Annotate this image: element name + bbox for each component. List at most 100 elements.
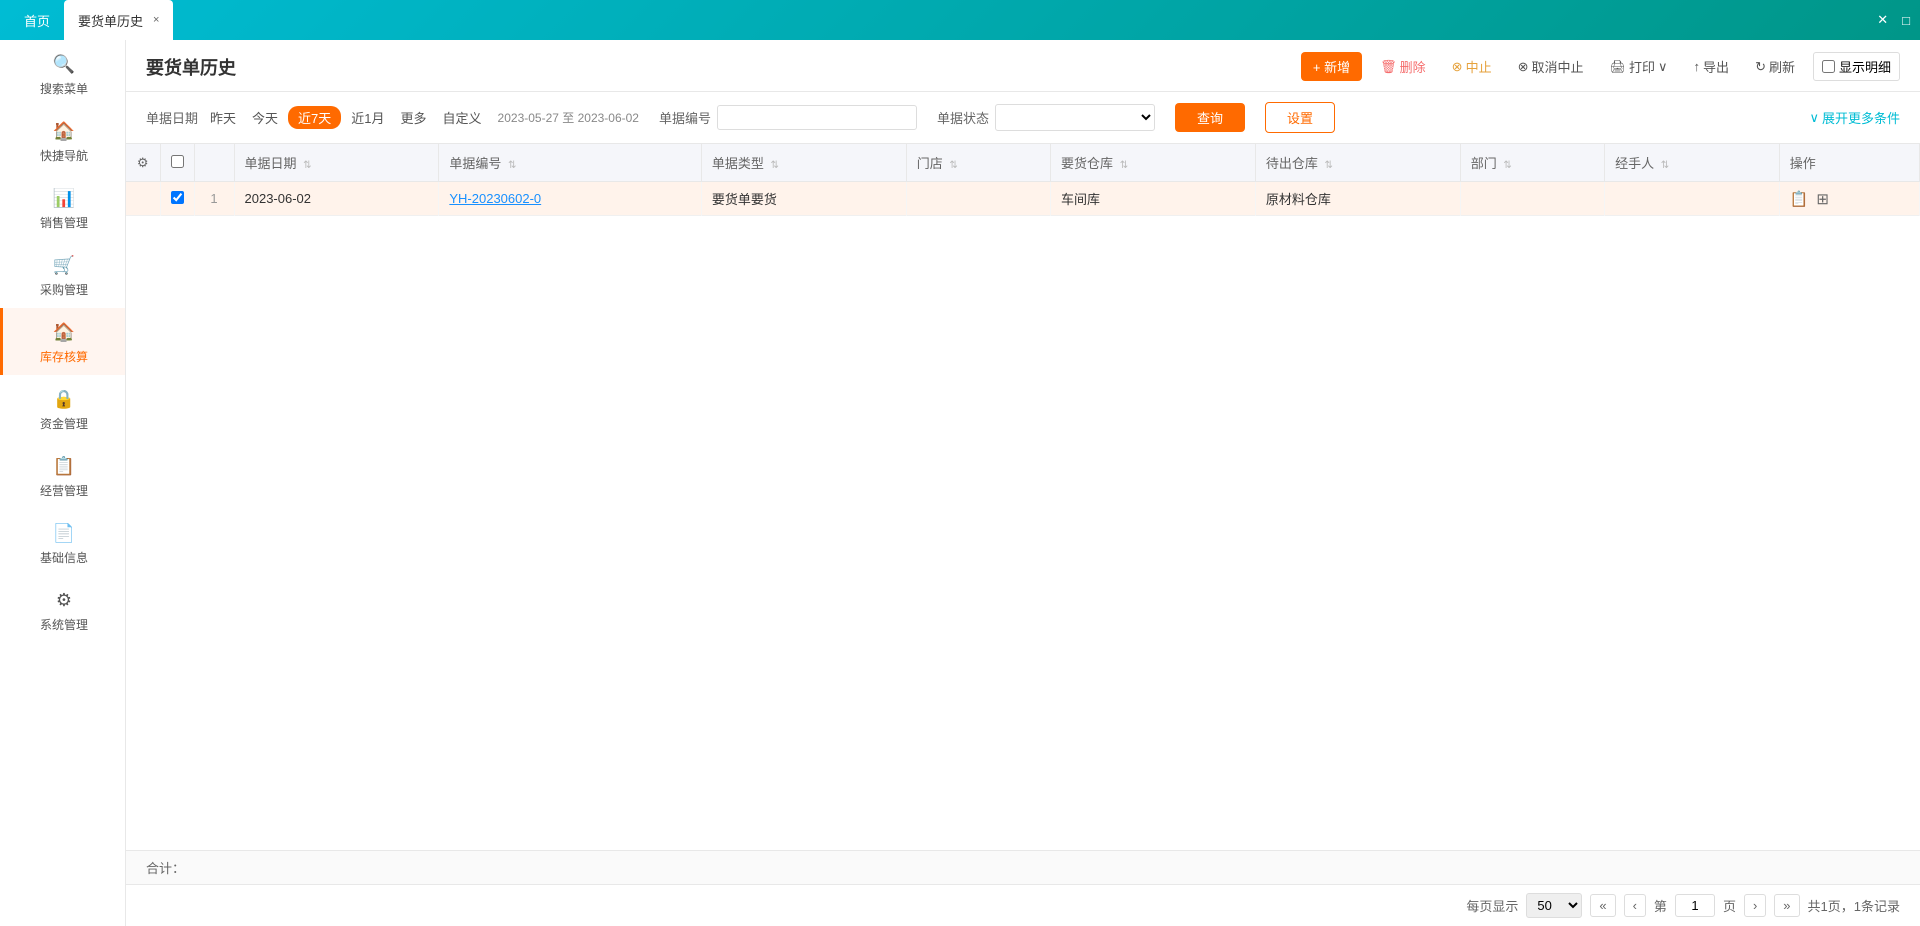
date-btn-yesterday[interactable]: 昨天 <box>204 106 242 129</box>
quick-nav-icon: 🏠 <box>53 121 75 142</box>
sort-req-warehouse-icon[interactable]: ⇅ <box>1120 160 1128 171</box>
toolbar: + 新增 🗑 删除 ⊗ 中止 ⊗ 取消中止 🖨 打印 ∨ <box>1301 52 1900 91</box>
date-quick-btns: 昨天 今天 近7天 近1月 更多 自定义 <box>204 106 488 129</box>
print-button[interactable]: 🖨 打印 ∨ <box>1602 53 1676 80</box>
sidebar-item-purchase[interactable]: 🛒 采购管理 <box>0 241 125 308</box>
delete-button[interactable]: 🗑 删除 <box>1372 53 1434 80</box>
table-body: 1 2023-06-02 YH-20230602-0 要货单要货 车间库 原材料… <box>126 182 1920 216</box>
refresh-button[interactable]: ↻ 刷新 <box>1747 53 1803 80</box>
operations-icon: 📋 <box>53 456 75 477</box>
row-ops: 📋 ⊞ <box>1779 182 1919 216</box>
doc-no-input[interactable] <box>717 105 917 130</box>
edit-op-btn[interactable]: 📋 <box>1790 190 1809 208</box>
doc-date-label: 单据日期 <box>146 108 198 127</box>
sidebar-item-search-menu[interactable]: 🔍 搜索菜单 <box>0 40 125 107</box>
col-req-warehouse: 要货仓库 ⇅ <box>1051 144 1256 182</box>
sidebar-label-search-menu: 搜索菜单 <box>40 80 88 97</box>
doc-no-label: 单据编号 <box>659 108 711 127</box>
chevron-down-icon: ∨ <box>1809 110 1819 126</box>
display-detail-checkbox[interactable] <box>1822 60 1835 73</box>
tab-home-label: 首页 <box>24 11 50 30</box>
table-row[interactable]: 1 2023-06-02 YH-20230602-0 要货单要货 车间库 原材料… <box>126 182 1920 216</box>
col-dept: 部门 ⇅ <box>1460 144 1604 182</box>
settings-button[interactable]: 设置 <box>1265 102 1335 133</box>
sidebar-item-sales[interactable]: 📊 销售管理 <box>0 174 125 241</box>
col-doc-no: 单据编号 ⇅ <box>439 144 701 182</box>
first-page-btn[interactable]: « <box>1590 894 1615 917</box>
last-page-btn[interactable]: » <box>1774 894 1799 917</box>
export-button[interactable]: ↑ 导出 <box>1686 53 1738 80</box>
top-bar: 首页 要货单历史 × ✕ □ <box>0 0 1920 40</box>
total-label: 合计： <box>146 858 185 877</box>
sidebar-item-basic-info[interactable]: 📄 基础信息 <box>0 509 125 576</box>
row-doc-date: 2023-06-02 <box>234 182 439 216</box>
select-all-checkbox[interactable] <box>171 155 184 168</box>
pagination-bar: 每页显示 50 10 20 100 « ‹ 第 页 › » 共1页，1条记录 <box>126 884 1920 926</box>
next-page-btn[interactable]: › <box>1744 894 1766 917</box>
sidebar-item-operations[interactable]: 📋 经营管理 <box>0 442 125 509</box>
query-button[interactable]: 查询 <box>1175 103 1245 132</box>
window-close-btn[interactable]: ✕ <box>1877 12 1888 28</box>
date-btn-more[interactable]: 更多 <box>395 106 433 129</box>
suspend-icon: ⊗ <box>1452 59 1463 75</box>
sort-store-icon[interactable]: ⇅ <box>949 160 957 171</box>
tab-requisition-history-label: 要货单历史 <box>78 11 143 30</box>
add-button[interactable]: + 新增 <box>1301 52 1362 81</box>
sort-dept-icon[interactable]: ⇅ <box>1503 160 1511 171</box>
sort-handler-icon[interactable]: ⇅ <box>1661 160 1669 171</box>
row-checkbox[interactable] <box>171 191 184 204</box>
date-btn-recent1m[interactable]: 近1月 <box>345 106 390 129</box>
status-select[interactable] <box>995 104 1155 131</box>
delete-op-btn[interactable]: ⊞ <box>1816 190 1829 208</box>
sidebar-item-finance[interactable]: 🔒 资金管理 <box>0 375 125 442</box>
suspend-button[interactable]: ⊗ 中止 <box>1444 53 1500 80</box>
col-check <box>160 144 194 182</box>
table-header-row: ⚙ 单据日期 ⇅ 单据编号 ⇅ <box>126 144 1920 182</box>
filter-group-status: 单据状态 <box>937 104 1155 131</box>
refresh-icon: ↻ <box>1755 59 1766 75</box>
table-wrap: ⚙ 单据日期 ⇅ 单据编号 ⇅ <box>126 144 1920 850</box>
date-range-display: 2023-05-27 至 2023-06-02 <box>498 109 639 126</box>
sidebar-item-quick-nav[interactable]: 🏠 快捷导航 <box>0 107 125 174</box>
cancel-suspend-button[interactable]: ⊗ 取消中止 <box>1510 53 1592 80</box>
sort-doc-no-icon[interactable]: ⇅ <box>508 160 516 171</box>
sidebar-label-quick-nav: 快捷导航 <box>40 147 88 164</box>
display-detail-button[interactable]: 显示明细 <box>1813 52 1900 81</box>
page-header: 要货单历史 + 新增 🗑 删除 ⊗ 中止 ⊗ 取消中止 🖨 打印 <box>126 40 1920 92</box>
page-size-select[interactable]: 50 10 20 100 <box>1526 893 1582 918</box>
sort-doc-date-icon[interactable]: ⇅ <box>303 160 311 171</box>
prev-page-btn[interactable]: ‹ <box>1624 894 1646 917</box>
sidebar: 🔍 搜索菜单 🏠 快捷导航 📊 销售管理 🛒 采购管理 🏠 库存核算 🔒 资金管… <box>0 40 126 926</box>
cancel-suspend-icon: ⊗ <box>1518 59 1529 75</box>
purchase-icon: 🛒 <box>53 255 75 276</box>
page-input[interactable] <box>1675 894 1715 917</box>
sales-icon: 📊 <box>53 188 75 209</box>
doc-no-link[interactable]: YH-20230602-0 <box>449 191 541 206</box>
filter-group-doc-no: 单据编号 <box>659 105 917 130</box>
date-btn-custom[interactable]: 自定义 <box>437 106 488 129</box>
row-num: 1 <box>194 182 234 216</box>
expand-filter-button[interactable]: ∨ 展开更多条件 <box>1809 108 1900 127</box>
sort-pending-warehouse-icon[interactable]: ⇅ <box>1325 160 1333 171</box>
main-layout: 🔍 搜索菜单 🏠 快捷导航 📊 销售管理 🛒 采购管理 🏠 库存核算 🔒 资金管… <box>0 40 1920 926</box>
sidebar-item-inventory[interactable]: 🏠 库存核算 <box>0 308 125 375</box>
col-pending-warehouse: 待出仓库 ⇅ <box>1255 144 1460 182</box>
tab-close-icon[interactable]: × <box>153 14 159 26</box>
tab-home[interactable]: 首页 <box>10 0 64 40</box>
tab-requisition-history[interactable]: 要货单历史 × <box>64 0 173 40</box>
sidebar-item-system[interactable]: ⚙ 系统管理 <box>0 576 125 643</box>
col-num <box>194 144 234 182</box>
sidebar-label-inventory: 库存核算 <box>40 348 88 365</box>
sidebar-label-basic-info: 基础信息 <box>40 549 88 566</box>
row-settings-cell <box>126 182 160 216</box>
print-chevron-icon: ∨ <box>1658 59 1668 75</box>
col-doc-date: 单据日期 ⇅ <box>234 144 439 182</box>
requisition-table: ⚙ 单据日期 ⇅ 单据编号 ⇅ <box>126 144 1920 216</box>
date-btn-today[interactable]: 今天 <box>246 106 284 129</box>
sort-doc-type-icon[interactable]: ⇅ <box>770 160 778 171</box>
row-req-warehouse: 车间库 <box>1051 182 1256 216</box>
window-maximize-btn[interactable]: □ <box>1902 13 1910 28</box>
date-btn-recent7[interactable]: 近7天 <box>288 106 341 129</box>
sidebar-label-finance: 资金管理 <box>40 415 88 432</box>
top-bar-right: ✕ □ <box>1877 12 1910 28</box>
